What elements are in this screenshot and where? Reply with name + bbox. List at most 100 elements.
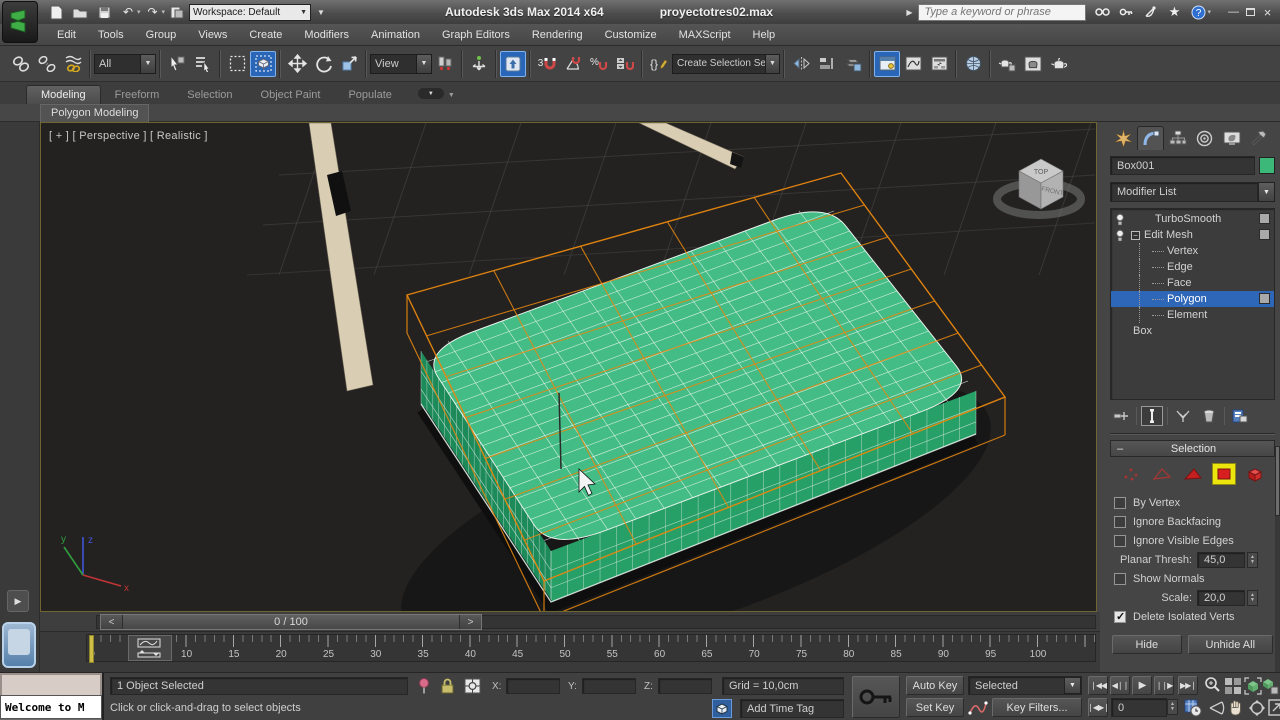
polygon-toggle[interactable] bbox=[1259, 293, 1270, 304]
graphite-ribbon-toggle-icon[interactable] bbox=[874, 50, 900, 77]
tab-display[interactable] bbox=[1218, 126, 1245, 150]
vertex-subobject-icon[interactable] bbox=[1119, 463, 1143, 485]
menu-views[interactable]: Views bbox=[187, 26, 238, 44]
workspace-dropdown[interactable]: Workspace: Default ▼ bbox=[189, 3, 312, 21]
snaps-toggle-3d-icon[interactable]: 3 bbox=[534, 51, 560, 77]
menu-group[interactable]: Group bbox=[135, 26, 188, 44]
tab-modify[interactable] bbox=[1137, 126, 1164, 150]
by-vertex-checkbox[interactable] bbox=[1114, 496, 1126, 509]
absolute-mode-icon[interactable] bbox=[464, 678, 481, 694]
pin-stack-icon[interactable] bbox=[1110, 406, 1132, 426]
key-filters-button[interactable]: Key Filters... bbox=[992, 698, 1082, 717]
search-icon[interactable] bbox=[1092, 3, 1112, 21]
ignore-visible-edges-row[interactable]: Ignore Visible Edges bbox=[1110, 531, 1275, 550]
unlink-selection-icon[interactable] bbox=[34, 51, 60, 77]
sign-in-key-icon[interactable] bbox=[1116, 3, 1136, 21]
collapse-expander-icon[interactable]: − bbox=[1131, 230, 1140, 240]
project-folder-icon[interactable] bbox=[167, 3, 187, 21]
tab-hierarchy[interactable] bbox=[1164, 126, 1191, 150]
zoom-all-icon[interactable] bbox=[1224, 677, 1242, 695]
minimize-button[interactable]: — bbox=[1225, 5, 1242, 20]
schematic-view-icon[interactable] bbox=[926, 51, 952, 77]
named-selection-set-dropdown[interactable]: Create Selection Se ▼ bbox=[672, 53, 780, 74]
help-icon[interactable]: ? bbox=[1188, 3, 1208, 21]
hide-button[interactable]: Hide bbox=[1112, 635, 1182, 654]
play-button[interactable]: ▶ bbox=[1132, 676, 1152, 695]
search-expand-arrow[interactable]: ▶ bbox=[906, 8, 912, 17]
3ds-max-logo[interactable] bbox=[2, 1, 38, 43]
curve-editor-icon[interactable] bbox=[900, 51, 926, 77]
edge-subobject-icon[interactable] bbox=[1150, 463, 1174, 485]
mirror-icon[interactable] bbox=[788, 51, 814, 77]
undo-icon[interactable]: ↶ bbox=[118, 3, 138, 21]
zoom-extents-icon[interactable] bbox=[1244, 677, 1262, 695]
stack-subobject-face[interactable]: Face bbox=[1111, 275, 1274, 291]
time-configuration-icon[interactable] bbox=[1184, 699, 1202, 717]
isolate-selection-icon[interactable] bbox=[416, 677, 432, 695]
reference-coordinate-dropdown[interactable]: View ▼ bbox=[370, 53, 432, 74]
window-crossing-toggle-icon[interactable] bbox=[250, 50, 276, 77]
stack-subobject-element[interactable]: Element bbox=[1111, 307, 1274, 323]
current-frame-field[interactable]: 0 bbox=[1111, 698, 1167, 717]
spinner-snap-toggle-icon[interactable] bbox=[612, 51, 638, 77]
polygon-subobject-icon[interactable] bbox=[1211, 463, 1236, 485]
track-bar-ruler[interactable]: 0510152025303540455055606570758085909510… bbox=[86, 634, 1096, 663]
by-vertex-row[interactable]: By Vertex bbox=[1110, 493, 1275, 512]
select-and-manipulate-icon[interactable] bbox=[466, 51, 492, 77]
previous-frame-button[interactable]: ◀❘❘ bbox=[1110, 676, 1130, 695]
close-button[interactable]: × bbox=[1259, 5, 1276, 20]
z-coord-field[interactable] bbox=[658, 678, 712, 694]
selection-filter-dropdown[interactable]: All ▼ bbox=[94, 53, 156, 74]
menu-help[interactable]: Help bbox=[742, 26, 787, 44]
viewport-label[interactable]: [ + ] [ Perspective ] [ Realistic ] bbox=[49, 130, 208, 142]
communication-center-icon[interactable] bbox=[1140, 3, 1160, 21]
next-frame-arrow-button[interactable]: > bbox=[459, 615, 481, 629]
key-mode-toggle-button[interactable]: ❘◀▶❘ bbox=[1087, 698, 1110, 717]
use-pivot-point-icon[interactable] bbox=[432, 51, 458, 77]
set-keys-button[interactable] bbox=[852, 676, 900, 718]
material-editor-icon[interactable] bbox=[960, 51, 986, 77]
modifier-stack[interactable]: TurboSmooth − Edit Mesh Vertex Edge Face… bbox=[1110, 208, 1275, 400]
select-and-move-icon[interactable] bbox=[284, 51, 310, 77]
undo-flyout-arrow[interactable]: ▾ bbox=[137, 8, 141, 16]
show-end-result-icon[interactable] bbox=[1141, 406, 1163, 426]
add-time-tag-field[interactable]: Add Time Tag bbox=[740, 699, 844, 718]
modifier-list-dropdown[interactable]: Modifier List bbox=[1110, 182, 1258, 202]
current-frame-marker[interactable] bbox=[89, 635, 94, 663]
save-file-icon[interactable] bbox=[94, 3, 114, 21]
time-slider-handle[interactable]: < 0 / 100 > bbox=[100, 614, 482, 630]
stack-item-turbosmooth[interactable]: TurboSmooth bbox=[1111, 211, 1274, 227]
object-color-swatch[interactable] bbox=[1259, 157, 1275, 174]
previous-frame-arrow-button[interactable]: < bbox=[101, 615, 123, 629]
keyboard-shortcut-override-icon[interactable] bbox=[500, 50, 526, 77]
face-subobject-icon[interactable] bbox=[1181, 463, 1205, 485]
show-normals-row[interactable]: Show Normals bbox=[1110, 569, 1275, 588]
scale-field[interactable]: 20,0 bbox=[1197, 589, 1245, 606]
edit-mesh-toggle[interactable] bbox=[1259, 229, 1270, 240]
track-bar[interactable]: 0510152025303540455055606570758085909510… bbox=[40, 632, 1100, 672]
planar-thresh-field[interactable]: 45,0 bbox=[1197, 551, 1245, 568]
selected-filter-dropdown[interactable]: Selected ▼ bbox=[968, 676, 1082, 695]
open-mini-curve-editor-button[interactable] bbox=[128, 635, 172, 661]
tab-create[interactable] bbox=[1110, 126, 1137, 150]
menu-edit[interactable]: Edit bbox=[46, 26, 87, 44]
align-icon[interactable] bbox=[814, 51, 840, 77]
angle-snap-toggle-icon[interactable] bbox=[560, 51, 586, 77]
next-frame-button[interactable]: ❘❘▶ bbox=[1154, 676, 1174, 695]
set-key-button[interactable]: Set Key bbox=[906, 698, 964, 717]
ignore-backfacing-row[interactable]: Ignore Backfacing bbox=[1110, 512, 1275, 531]
ribbon-tab-populate[interactable]: Populate bbox=[334, 86, 405, 104]
element-subobject-icon[interactable] bbox=[1243, 463, 1267, 485]
remove-modifier-icon[interactable] bbox=[1198, 406, 1220, 426]
menu-create[interactable]: Create bbox=[238, 26, 293, 44]
minimized-window-thumbnail[interactable] bbox=[2, 622, 36, 668]
favorites-star-icon[interactable]: ★ bbox=[1164, 3, 1184, 21]
welcome-window-title[interactable]: Welcome to M bbox=[0, 695, 102, 719]
menu-maxscript[interactable]: MAXScript bbox=[668, 26, 742, 44]
bulb-icon[interactable] bbox=[1115, 213, 1125, 226]
viewcube[interactable]: TOP FRONT bbox=[993, 158, 1085, 219]
configure-modifier-sets-icon[interactable] bbox=[1229, 406, 1251, 426]
bind-to-space-warp-icon[interactable] bbox=[60, 51, 86, 77]
tab-motion[interactable] bbox=[1191, 126, 1218, 150]
percent-snap-toggle-icon[interactable]: % bbox=[586, 51, 612, 77]
